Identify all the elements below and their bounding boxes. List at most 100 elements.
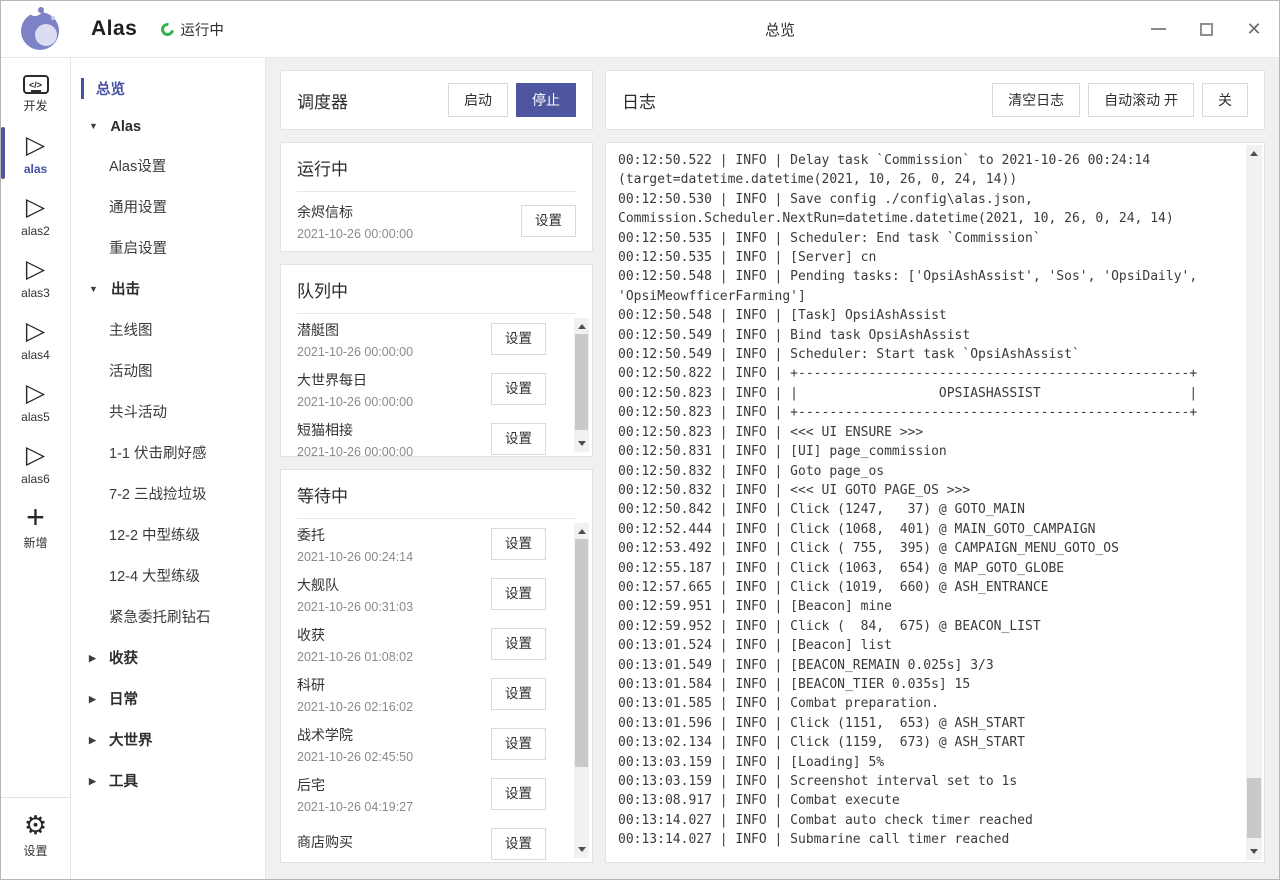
nav-item[interactable]: 主线图	[71, 309, 265, 350]
minimize-button[interactable]	[1149, 20, 1167, 38]
rail-item-settings[interactable]: 设置	[1, 802, 70, 867]
task-settings-button[interactable]: 设置	[491, 778, 546, 810]
nav-item[interactable]: 重启设置	[71, 227, 265, 268]
maximize-button[interactable]	[1197, 20, 1215, 38]
log-column: 日志 清空日志 自动滚动 开 关 00:12:50.522 | INFO | D…	[605, 70, 1265, 863]
nav-item[interactable]: 收获	[71, 637, 265, 678]
nav-item[interactable]: 工具	[71, 760, 265, 801]
rail-item[interactable]: alas4	[1, 308, 70, 370]
nav-item-label: 12-2 中型练级	[109, 528, 200, 544]
nav-item[interactable]: 大世界	[71, 719, 265, 760]
task-next-run-time: 2021-10-26 02:16:02	[297, 700, 491, 714]
task-settings-button[interactable]: 设置	[491, 373, 546, 405]
nav-item[interactable]: 活动图	[71, 350, 265, 391]
nav-item[interactable]: 出击	[71, 268, 265, 309]
scroll-up-icon[interactable]	[578, 529, 586, 534]
task-settings-button[interactable]: 设置	[491, 828, 546, 860]
nav-item-label: 日常	[109, 692, 138, 708]
task-next-run-time: 2021-10-26 01:08:02	[297, 650, 491, 664]
log-line: 00:13:01.524 | INFO | [Beacon] list	[618, 636, 1236, 655]
rail-item[interactable]: alas6	[1, 432, 70, 494]
nav-item[interactable]: 总览	[71, 68, 265, 109]
log-line: 00:12:50.832 | INFO | <<< UI GOTO PAGE_O…	[618, 481, 1236, 500]
clear-log-button[interactable]: 清空日志	[992, 83, 1080, 118]
nav-item[interactable]: Alas	[71, 109, 265, 145]
log-line: 00:13:03.159 | INFO | Screenshot interva…	[618, 772, 1236, 791]
rail-item-icon	[26, 317, 45, 345]
nav-item[interactable]: 共斗活动	[71, 391, 265, 432]
scroll-up-icon[interactable]	[1250, 151, 1258, 156]
scroll-down-icon[interactable]	[578, 441, 586, 446]
nav-item[interactable]: 通用设置	[71, 186, 265, 227]
rail-item[interactable]: alas2	[1, 184, 70, 246]
rail-item-icon	[26, 131, 45, 159]
task-settings-button[interactable]: 设置	[491, 628, 546, 660]
rail-item[interactable]: 开发	[1, 66, 70, 122]
rail-item-icon	[26, 379, 45, 407]
log-line: 00:12:50.842 | INFO | Click (1247, 37) @…	[618, 500, 1236, 519]
pending-section: 队列中 潜艇图 2021-10-26 00:00:00 设置	[280, 264, 593, 457]
nav-item[interactable]: 1-1 伏击刷好感	[71, 432, 265, 473]
scheduler-stop-button[interactable]: 停止	[516, 83, 576, 118]
task-row: 收获 2021-10-26 01:08:02 设置	[297, 619, 546, 669]
status-label: 运行中	[180, 19, 224, 40]
pending-scrollbar[interactable]	[574, 318, 589, 452]
task-settings-button[interactable]: 设置	[491, 423, 546, 455]
log-line: 00:12:50.535 | INFO | Scheduler: End tas…	[618, 229, 1236, 248]
main-content: 调度器 启动 停止 运行中 余烬信标 202	[266, 58, 1279, 879]
gear-icon	[24, 811, 47, 839]
task-name: 收获	[297, 625, 491, 645]
task-name: 短猫相接	[297, 420, 491, 440]
task-name: 余烬信标	[297, 202, 521, 222]
task-next-run-time: 2021-10-26 02:45:50	[297, 750, 491, 764]
waiting-scrollbar[interactable]	[574, 523, 589, 858]
scroll-down-icon[interactable]	[578, 847, 586, 852]
log-scrollbar[interactable]	[1246, 145, 1262, 860]
autoscroll-toggle-button[interactable]: 自动滚动 开	[1088, 83, 1194, 118]
nav-item[interactable]: 日常	[71, 678, 265, 719]
task-info: 后宅 2021-10-26 04:19:27	[297, 775, 491, 814]
task-name: 科研	[297, 675, 491, 695]
log-line: 00:12:50.535 | INFO | [Server] cn	[618, 248, 1236, 267]
rail-item-label: alas3	[21, 286, 50, 300]
nav-item[interactable]: Alas设置	[71, 145, 265, 186]
log-line: 00:13:03.159 | INFO | [Loading] 5%	[618, 753, 1236, 772]
nav-item[interactable]: 紧急委托刷钻石	[71, 596, 265, 637]
alas-logo-icon	[17, 6, 63, 52]
task-settings-button[interactable]: 设置	[491, 728, 546, 760]
nav-item[interactable]: 12-2 中型练级	[71, 514, 265, 555]
instance-rail: 开发 alas alas2 alas3	[1, 58, 71, 879]
titlebar: Alas 运行中 总览 ✕	[1, 1, 1279, 58]
task-settings-button[interactable]: 设置	[521, 205, 576, 237]
collapse-log-button[interactable]: 关	[1202, 83, 1248, 118]
log-line: 00:12:50.530 | INFO | Save config ./conf…	[618, 190, 1236, 209]
task-settings-button[interactable]: 设置	[491, 323, 546, 355]
rail-item-icon	[23, 75, 49, 94]
nav-item[interactable]: 7-2 三战捡垃圾	[71, 473, 265, 514]
minimize-icon	[1151, 28, 1166, 30]
rail-item-label: 新增	[23, 534, 47, 551]
task-settings-button[interactable]: 设置	[491, 528, 546, 560]
app-title: Alas	[91, 17, 137, 41]
nav-menu: 总览 Alas Alas设置 通用设置 重启设置	[71, 58, 266, 879]
rail-item[interactable]: alas5	[1, 370, 70, 432]
log-line: 00:12:50.832 | INFO | Goto page_os	[618, 462, 1236, 481]
scrollbar-thumb[interactable]	[575, 539, 588, 767]
task-settings-button[interactable]: 设置	[491, 678, 546, 710]
task-settings-button[interactable]: 设置	[491, 578, 546, 610]
scroll-down-icon[interactable]	[1250, 849, 1258, 854]
task-row: 后宅 2021-10-26 04:19:27 设置	[297, 769, 546, 819]
close-button[interactable]: ✕	[1245, 20, 1263, 38]
scheduler-start-button[interactable]: 启动	[448, 83, 508, 118]
log-line: Commission.Scheduler.NextRun=datetime.da…	[618, 209, 1236, 228]
rail-item[interactable]: alas3	[1, 246, 70, 308]
nav-item[interactable]: 12-4 大型练级	[71, 555, 265, 596]
scrollbar-thumb[interactable]	[575, 334, 588, 430]
rail-item[interactable]: alas	[1, 122, 70, 184]
log-line: 00:12:50.823 | INFO | | OPSIASHASSIST |	[618, 384, 1236, 403]
log-line: 00:12:59.951 | INFO | [Beacon] mine	[618, 597, 1236, 616]
rail-item[interactable]: 新增	[1, 494, 70, 559]
scrollbar-thumb[interactable]	[1247, 778, 1261, 838]
task-row: 余烬信标 2021-10-26 00:00:00 设置	[297, 192, 576, 250]
scroll-up-icon[interactable]	[578, 324, 586, 329]
